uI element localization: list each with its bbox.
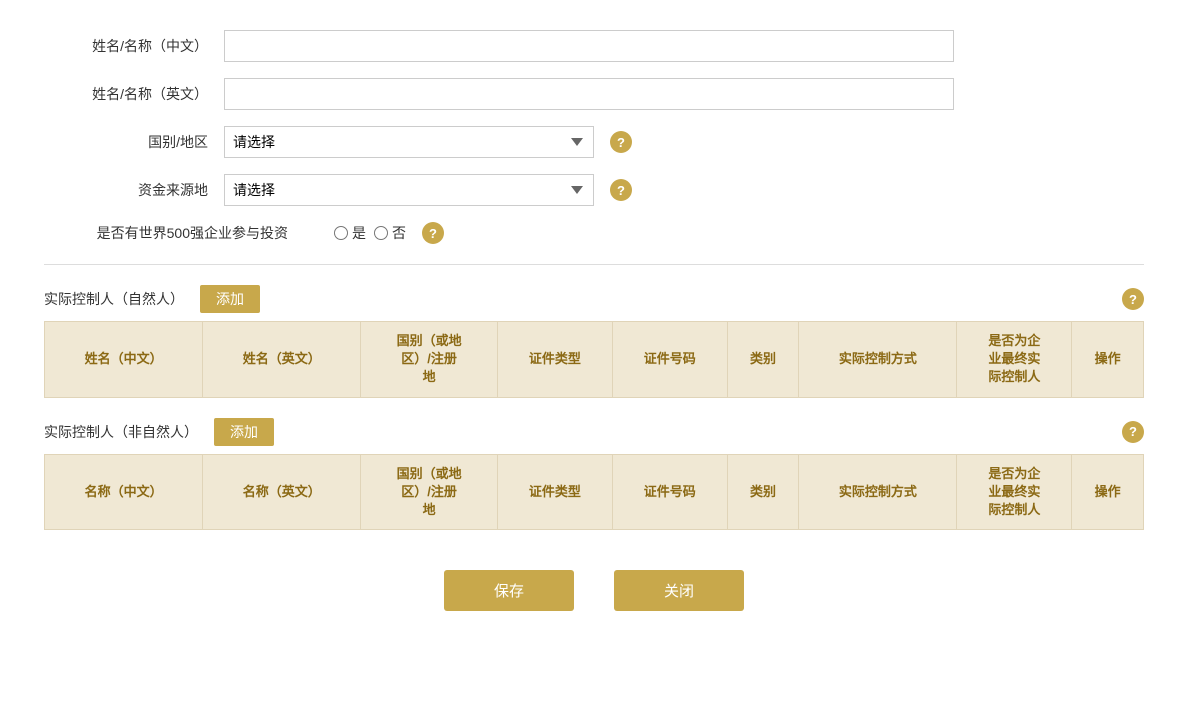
page-container: 姓名/名称（中文） 姓名/名称（英文） 国别/地区 请选择 ? 资金来源地 请选… — [44, 30, 1144, 611]
fund-source-help-icon[interactable]: ? — [610, 179, 632, 201]
close-button[interactable]: 关闭 — [614, 570, 744, 611]
name-en-input[interactable] — [224, 78, 954, 110]
natural-person-table-header-row: 姓名（中文） 姓名（英文） 国别（或地区）/注册地 证件类型 证件号码 类别 实… — [45, 322, 1144, 398]
nnp-col-control-method: 实际控制方式 — [799, 454, 957, 530]
non-natural-person-table: 名称（中文） 名称（英文） 国别（或地区）/注册地 证件类型 证件号码 类别 实… — [44, 454, 1144, 531]
fund-source-label: 资金来源地 — [44, 180, 224, 200]
name-cn-input[interactable] — [224, 30, 954, 62]
radio-yes-label: 是 — [352, 223, 366, 243]
np-col-is-final-controller: 是否为企业最终实际控制人 — [957, 322, 1072, 398]
fund-source-row: 资金来源地 请选择 ? — [44, 174, 1144, 206]
nnp-col-category: 类别 — [727, 454, 799, 530]
save-button[interactable]: 保存 — [444, 570, 574, 611]
non-natural-person-header: 实际控制人（非自然人） 添加 ? — [44, 418, 1144, 446]
np-col-action: 操作 — [1072, 322, 1144, 398]
non-natural-person-help-icon[interactable]: ? — [1122, 421, 1144, 443]
radio-yes-item[interactable]: 是 — [334, 223, 366, 243]
separator-1 — [44, 264, 1144, 265]
fund-source-select[interactable]: 请选择 — [224, 174, 594, 206]
natural-person-table: 姓名（中文） 姓名（英文） 国别（或地区）/注册地 证件类型 证件号码 类别 实… — [44, 321, 1144, 398]
radio-no[interactable] — [374, 226, 388, 240]
np-col-country: 国别（或地区）/注册地 — [361, 322, 498, 398]
name-en-label: 姓名/名称（英文） — [44, 84, 224, 104]
world500-help-icon[interactable]: ? — [422, 222, 444, 244]
nnp-col-name-en: 名称（英文） — [203, 454, 361, 530]
nnp-col-action: 操作 — [1072, 454, 1144, 530]
nnp-col-country: 国别（或地区）/注册地 — [361, 454, 498, 530]
world500-row: 是否有世界500强企业参与投资 是 否 ? — [44, 222, 1144, 244]
np-col-category: 类别 — [727, 322, 799, 398]
nnp-col-is-final-controller: 是否为企业最终实际控制人 — [957, 454, 1072, 530]
natural-person-help-icon[interactable]: ? — [1122, 288, 1144, 310]
np-col-cert-type: 证件类型 — [497, 322, 612, 398]
non-natural-person-add-button[interactable]: 添加 — [214, 418, 274, 446]
name-cn-label: 姓名/名称（中文） — [44, 36, 224, 56]
nnp-col-cert-type: 证件类型 — [497, 454, 612, 530]
form-section: 姓名/名称（中文） 姓名/名称（英文） 国别/地区 请选择 ? 资金来源地 请选… — [44, 30, 1144, 244]
radio-yes[interactable] — [334, 226, 348, 240]
non-natural-person-title: 实际控制人（非自然人） — [44, 422, 198, 442]
button-row: 保存 关闭 — [44, 570, 1144, 611]
non-natural-person-table-header-row: 名称（中文） 名称（英文） 国别（或地区）/注册地 证件类型 证件号码 类别 实… — [45, 454, 1144, 530]
natural-person-add-button[interactable]: 添加 — [200, 285, 260, 313]
radio-no-item[interactable]: 否 — [374, 223, 406, 243]
non-natural-person-section: 实际控制人（非自然人） 添加 ? 名称（中文） 名称（英文） 国别（或地区）/注… — [44, 418, 1144, 531]
natural-person-section: 实际控制人（自然人） 添加 ? 姓名（中文） 姓名（英文） 国别（或地区）/注册… — [44, 285, 1144, 398]
world500-label: 是否有世界500强企业参与投资 — [44, 223, 304, 243]
name-en-row: 姓名/名称（英文） — [44, 78, 1144, 110]
country-help-icon[interactable]: ? — [610, 131, 632, 153]
country-row: 国别/地区 请选择 ? — [44, 126, 1144, 158]
country-label: 国别/地区 — [44, 132, 224, 152]
np-col-name-cn: 姓名（中文） — [45, 322, 203, 398]
nnp-col-cert-no: 证件号码 — [612, 454, 727, 530]
natural-person-header: 实际控制人（自然人） 添加 ? — [44, 285, 1144, 313]
name-cn-row: 姓名/名称（中文） — [44, 30, 1144, 62]
country-select[interactable]: 请选择 — [224, 126, 594, 158]
world500-radio-group: 是 否 — [334, 223, 406, 243]
nnp-col-name-cn: 名称（中文） — [45, 454, 203, 530]
np-col-name-en: 姓名（英文） — [203, 322, 361, 398]
np-col-control-method: 实际控制方式 — [799, 322, 957, 398]
natural-person-title: 实际控制人（自然人） — [44, 289, 184, 309]
radio-no-label: 否 — [392, 223, 406, 243]
np-col-cert-no: 证件号码 — [612, 322, 727, 398]
